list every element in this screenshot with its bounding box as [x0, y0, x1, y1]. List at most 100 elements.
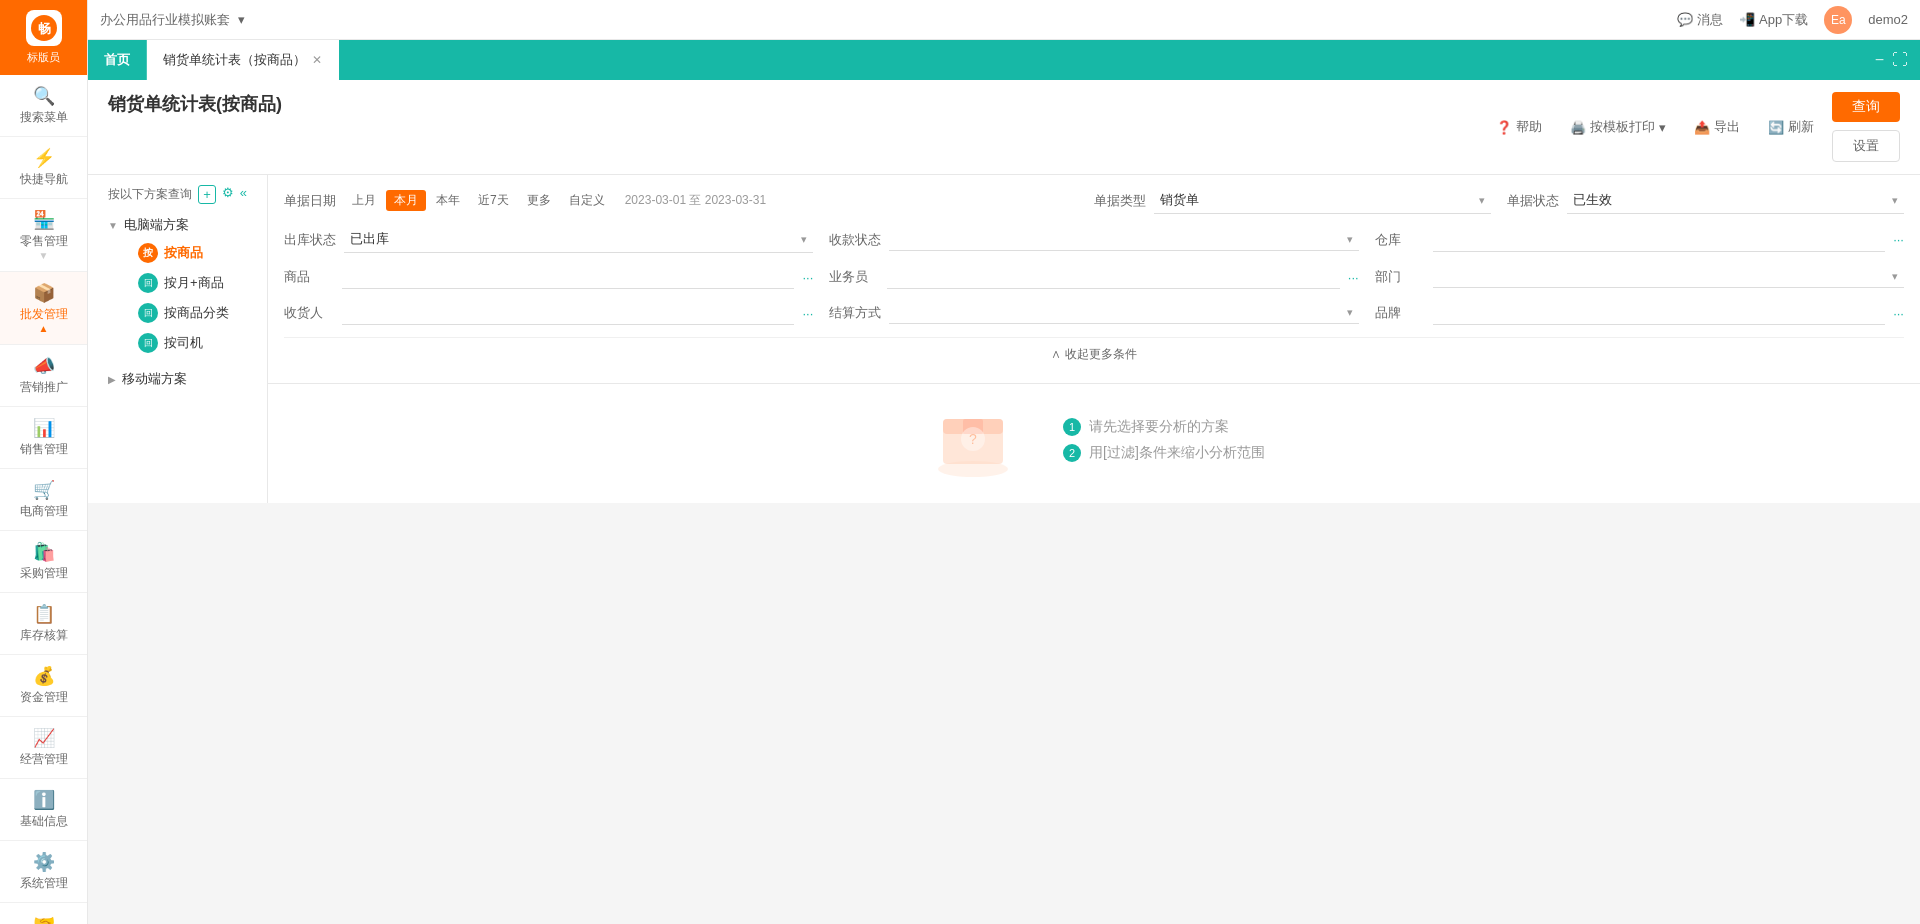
- filter-item-staff: 业务员 ···: [829, 265, 1358, 289]
- sidebar-item-retail[interactable]: 🏪 零售管理 ▼: [0, 199, 87, 272]
- avatar[interactable]: Ea: [1824, 6, 1852, 34]
- left-panel-icons: + ⚙ «: [198, 185, 247, 204]
- type-select[interactable]: 销货单 ▾: [1154, 187, 1491, 214]
- tip-num-1: 1: [1063, 418, 1081, 436]
- tree-node-mobile[interactable]: ▶ 移动端方案: [98, 366, 257, 392]
- empty-tips: 1 请先选择要分析的方案 2 用[过滤]条件来缩小分析范围: [1063, 418, 1265, 470]
- status-chevron-icon: ▾: [1892, 194, 1898, 207]
- ecommerce-icon: 🛒: [33, 479, 55, 501]
- system-icon: ⚙️: [33, 851, 55, 873]
- tabbar-actions: − ⛶: [1875, 51, 1920, 69]
- message-btn[interactable]: 💬 消息: [1677, 11, 1723, 29]
- edit-scheme-icon[interactable]: ⚙: [222, 185, 234, 204]
- breadcrumb-chevron[interactable]: ▾: [238, 12, 245, 27]
- date-tab-custom[interactable]: 自定义: [561, 190, 613, 211]
- sidebar-item-label: 销售管理: [20, 441, 68, 458]
- date-tab-this-month[interactable]: 本月: [386, 190, 426, 211]
- brand-dots[interactable]: ···: [1893, 306, 1904, 321]
- receiver-input[interactable]: [342, 301, 794, 325]
- sidebar-item-inventory[interactable]: 📋 库存核算: [0, 593, 87, 655]
- settings-btn[interactable]: 设置: [1832, 130, 1900, 162]
- dept-select[interactable]: ▾: [1433, 266, 1904, 288]
- staff-label: 业务员: [829, 268, 879, 286]
- receiver-dots[interactable]: ···: [802, 306, 813, 321]
- download-icon: 📲: [1739, 12, 1755, 27]
- status-select[interactable]: 已生效 ▾: [1567, 187, 1904, 214]
- date-tabs: 上月 本月 本年 近7天 更多 自定义: [344, 190, 613, 211]
- sidebar-item-label: 资金管理: [20, 689, 68, 706]
- sidebar-item-wholesale[interactable]: 📦 批发管理 ▲: [0, 272, 87, 345]
- print-btn[interactable]: 🖨️ 按模板打印 ▾: [1560, 114, 1676, 140]
- tree-item-category[interactable]: 回 按商品分类: [118, 298, 257, 328]
- staff-dots[interactable]: ···: [1348, 270, 1359, 285]
- tree-children-pc: 按 按商品 回 按月+商品 回 按商品分类: [98, 238, 257, 358]
- refresh-btn[interactable]: 🔄 刷新: [1758, 114, 1824, 140]
- tree-item-goods[interactable]: 按 按商品: [118, 238, 257, 268]
- tree-item-category-label: 按商品分类: [164, 304, 229, 322]
- sidebar-item-quick[interactable]: ⚡ 快捷导航: [0, 137, 87, 199]
- stock-chevron-icon: ▾: [801, 233, 807, 246]
- goods-dots[interactable]: ···: [802, 270, 813, 285]
- print-icon: 🖨️: [1570, 120, 1586, 135]
- add-scheme-icon[interactable]: +: [198, 185, 216, 204]
- sidebar-item-sales[interactable]: 📊 销售管理: [0, 407, 87, 469]
- tab-close-icon[interactable]: ✕: [312, 53, 322, 67]
- window-maximize-btn[interactable]: ⛶: [1892, 51, 1908, 69]
- tab-home[interactable]: 首页: [88, 40, 147, 80]
- sidebar-item-marketing[interactable]: 📣 营销推广: [0, 345, 87, 407]
- sidebar-item-label: 库存核算: [20, 627, 68, 644]
- main-content: 办公用品行业模拟账套 ▾ 💬 消息 📲 App下载 Ea demo2 首页 销货…: [88, 0, 1920, 924]
- page-actions: ❓ 帮助 🖨️ 按模板打印 ▾ 📤 导出 🔄 刷新 查询: [1486, 92, 1900, 174]
- warehouse-input[interactable]: [1433, 228, 1885, 252]
- sidebar-item-search[interactable]: 🔍 搜索菜单: [0, 75, 87, 137]
- purchase-icon: 🛍️: [33, 541, 55, 563]
- tree-item-goods-label: 按商品: [164, 244, 203, 262]
- collapse-bar[interactable]: ∧ 收起更多条件: [284, 337, 1904, 371]
- tabbar: 首页 销货单统计表（按商品） ✕ − ⛶: [88, 40, 1920, 80]
- sidebar-item-label: 采购管理: [20, 565, 68, 582]
- sidebar-item-label: 搜索菜单: [20, 109, 68, 126]
- tip-text-1: 请先选择要分析的方案: [1089, 418, 1229, 436]
- stock-select[interactable]: 已出库 ▾: [344, 226, 813, 253]
- warehouse-dots[interactable]: ···: [1893, 232, 1904, 247]
- sidebar-item-corp[interactable]: 🤝 企业协同: [0, 903, 87, 924]
- sidebar-item-ecommerce[interactable]: 🛒 电商管理: [0, 469, 87, 531]
- brand-input[interactable]: [1433, 301, 1885, 325]
- sidebar-item-label: 营销推广: [20, 379, 68, 396]
- tree-item-category-icon: 回: [138, 303, 158, 323]
- sidebar-item-basic[interactable]: ℹ️ 基础信息: [0, 779, 87, 841]
- date-tab-7days[interactable]: 近7天: [470, 190, 517, 211]
- tree-item-month-goods[interactable]: 回 按月+商品: [118, 268, 257, 298]
- goods-input[interactable]: [342, 265, 794, 289]
- collapse-scheme-icon[interactable]: «: [240, 185, 247, 204]
- date-tab-this-year[interactable]: 本年: [428, 190, 468, 211]
- sidebar-item-label: 快捷导航: [20, 171, 68, 188]
- tree-item-driver[interactable]: 回 按司机: [118, 328, 257, 358]
- date-tab-last-month[interactable]: 上月: [344, 190, 384, 211]
- brand-label: 品牌: [1375, 304, 1425, 322]
- date-tab-more[interactable]: 更多: [519, 190, 559, 211]
- filter-item-type: 单据类型 销货单 ▾: [1094, 187, 1491, 214]
- app-download-btn[interactable]: 📲 App下载: [1739, 11, 1808, 29]
- dept-chevron-icon: ▾: [1892, 270, 1898, 283]
- sidebar-item-operation[interactable]: 📈 经营管理: [0, 717, 87, 779]
- sidebar-item-system[interactable]: ⚙️ 系统管理: [0, 841, 87, 903]
- export-btn[interactable]: 📤 导出: [1684, 114, 1750, 140]
- filter-item-payment: 结算方式 ▾: [829, 302, 1358, 324]
- corp-icon: 🤝: [33, 913, 55, 924]
- query-btn[interactable]: 查询: [1832, 92, 1900, 122]
- receipt-select[interactable]: ▾: [889, 229, 1358, 251]
- payment-select[interactable]: ▾: [889, 302, 1358, 324]
- staff-input[interactable]: [887, 265, 1339, 289]
- empty-state: ? 1 请先选择要分析的方案 2 用[过滤]条件来缩小分析范围: [268, 384, 1920, 503]
- tab-sales-stat[interactable]: 销货单统计表（按商品） ✕: [147, 40, 339, 80]
- help-btn[interactable]: ❓ 帮助: [1486, 114, 1552, 140]
- sidebar-item-purchase[interactable]: 🛍️ 采购管理: [0, 531, 87, 593]
- tree-node-pc[interactable]: ▼ 电脑端方案: [98, 212, 257, 238]
- sidebar-item-finance[interactable]: 💰 资金管理: [0, 655, 87, 717]
- filter-item-warehouse: 仓库 ···: [1375, 228, 1904, 252]
- window-minimize-btn[interactable]: −: [1875, 51, 1884, 69]
- date-label: 单据日期: [284, 192, 336, 210]
- chevron-icon: ▲: [39, 323, 49, 334]
- sidebar-item-label: 电商管理: [20, 503, 68, 520]
